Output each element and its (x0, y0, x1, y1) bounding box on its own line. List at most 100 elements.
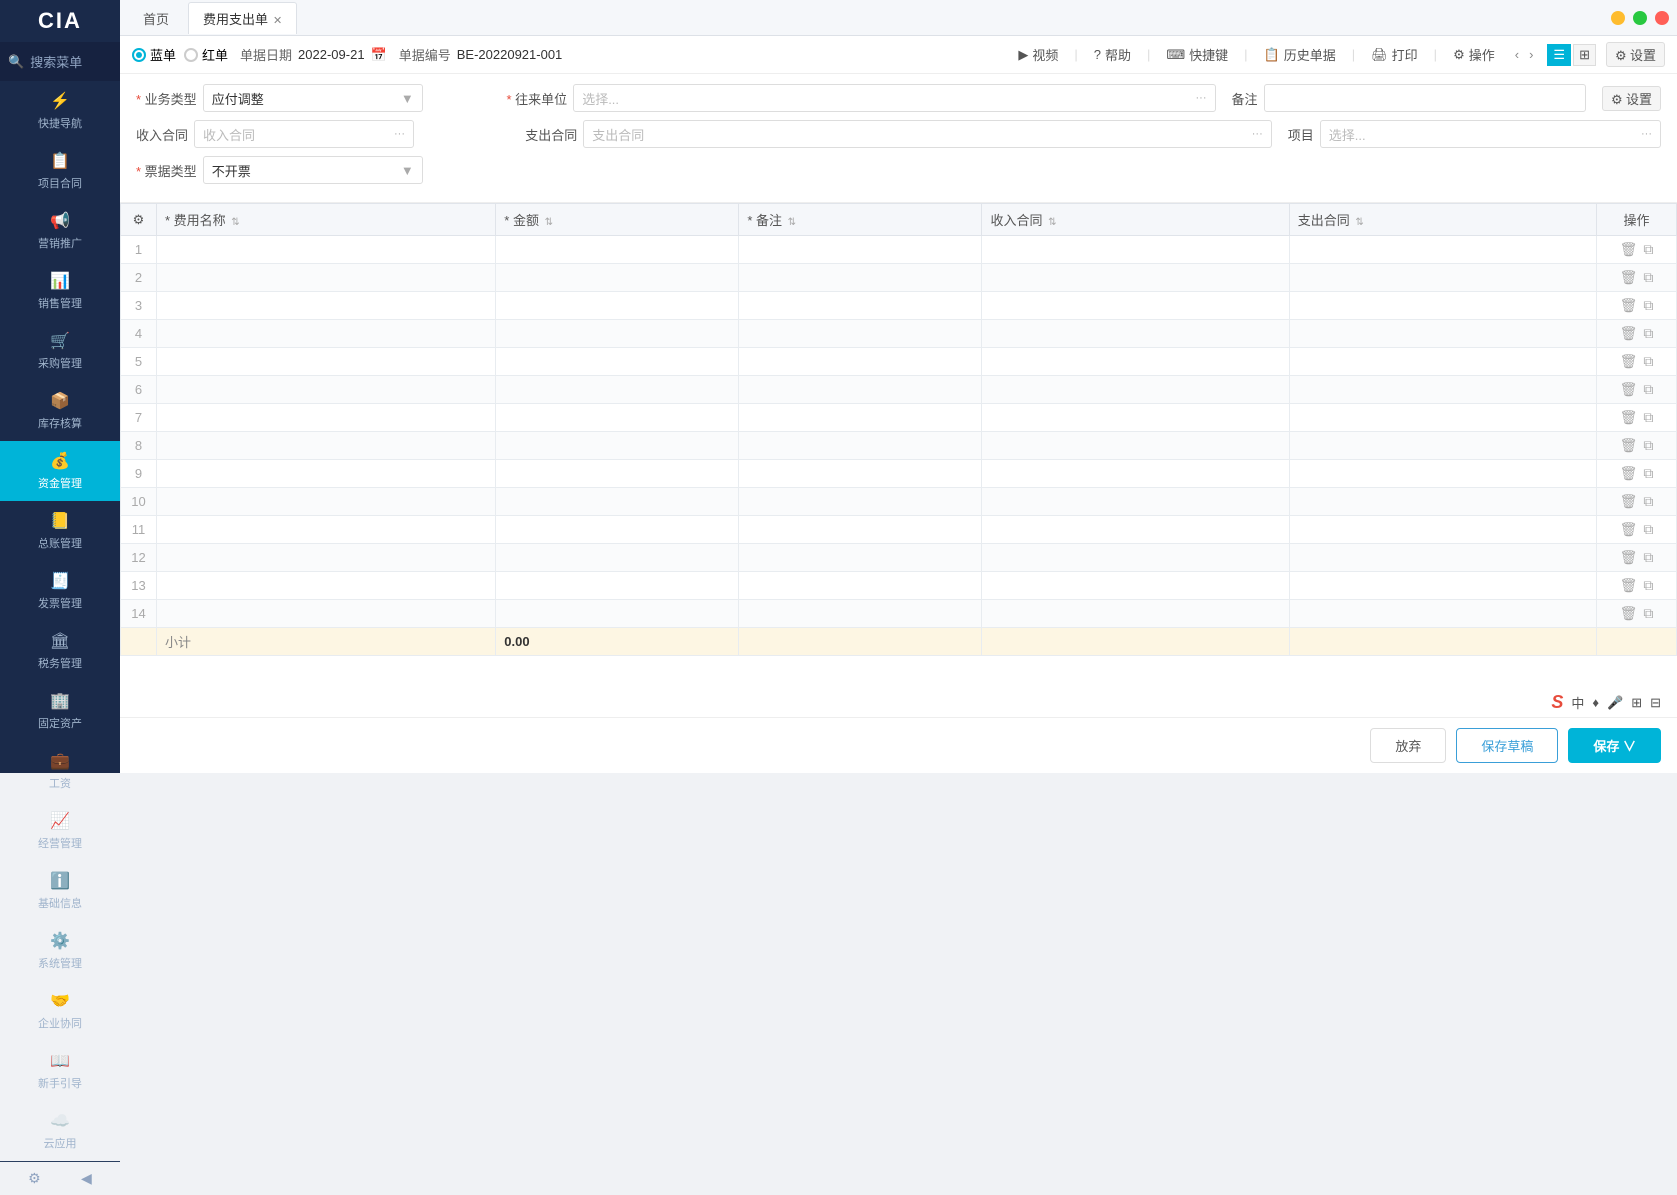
sidebar-item-cloud-apps[interactable]: ☁️ 云应用 (0, 1101, 120, 1161)
sidebar-item-new-guide[interactable]: 📖 新手引导 (0, 1041, 120, 1101)
row-10-delete-icon[interactable]: 🗑 (1620, 493, 1638, 510)
row-3-income-contract[interactable] (982, 292, 1289, 320)
save-button[interactable]: 保存 ∨ (1568, 728, 1661, 763)
row-1-copy-icon[interactable]: ⧉ (1643, 241, 1653, 258)
row-10-amount[interactable] (496, 488, 739, 516)
row-11-remark[interactable] (739, 516, 982, 544)
remark-input[interactable] (1264, 84, 1586, 112)
row-8-delete-icon[interactable]: 🗑 (1620, 437, 1638, 454)
row-3-delete-icon[interactable]: 🗑 (1620, 297, 1638, 314)
row-2-amount[interactable] (496, 264, 739, 292)
row-7-name[interactable] (157, 404, 496, 432)
row-2-delete-icon[interactable]: 🗑 (1620, 269, 1638, 286)
biz-type-input[interactable]: 应付调整 ▼ (203, 84, 423, 112)
project-input[interactable]: 选择... ··· (1320, 120, 1661, 148)
row-10-income-contract[interactable] (982, 488, 1289, 516)
row-12-amount[interactable] (496, 544, 739, 572)
row-8-income-contract[interactable] (982, 432, 1289, 460)
partner-input[interactable]: 选择... ··· (573, 84, 1215, 112)
sort-income-icon[interactable]: ⇅ (1048, 217, 1056, 228)
row-4-copy-icon[interactable]: ⧉ (1643, 325, 1653, 342)
row-9-amount[interactable] (496, 460, 739, 488)
row-4-remark[interactable] (739, 320, 982, 348)
row-11-amount[interactable] (496, 516, 739, 544)
sidebar-search[interactable]: 🔍 搜索菜单 (0, 42, 120, 81)
row-4-amount[interactable] (496, 320, 739, 348)
row-9-delete-icon[interactable]: 🗑 (1620, 465, 1638, 482)
discard-button[interactable]: 放弃 (1370, 728, 1446, 763)
sidebar-item-tax-mgmt[interactable]: 🏛 税务管理 (0, 621, 120, 681)
radio-red[interactable]: 红单 (184, 45, 228, 64)
volume-bottom-icon[interactable]: ◀ (81, 1170, 92, 1187)
row-6-name[interactable] (157, 376, 496, 404)
row-10-expense-contract[interactable] (1289, 488, 1596, 516)
row-9-expense-contract[interactable] (1289, 460, 1596, 488)
row-11-income-contract[interactable] (982, 516, 1289, 544)
row-3-copy-icon[interactable]: ⧉ (1643, 297, 1653, 314)
logo-icon-3[interactable]: 🎤 (1607, 695, 1623, 711)
row-6-income-contract[interactable] (982, 376, 1289, 404)
row-3-name[interactable] (157, 292, 496, 320)
row-10-name[interactable] (157, 488, 496, 516)
sidebar-item-purchase-mgmt[interactable]: 🛒 采购管理 (0, 321, 120, 381)
next-btn[interactable]: › (1525, 45, 1537, 64)
sidebar-item-ops-mgmt[interactable]: 📈 经营管理 (0, 801, 120, 861)
row-6-expense-contract[interactable] (1289, 376, 1596, 404)
radio-blue[interactable]: 蓝单 (132, 45, 176, 64)
list-view-btn[interactable]: ☰ (1547, 44, 1571, 66)
logo-icon-2[interactable]: ♦ (1592, 695, 1599, 710)
row-8-copy-icon[interactable]: ⧉ (1643, 437, 1653, 454)
logo-icon-1[interactable]: 中 (1571, 693, 1584, 712)
tab-expense[interactable]: 费用支出单✕ (188, 2, 297, 34)
row-14-delete-icon[interactable]: 🗑 (1620, 605, 1638, 622)
row-1-expense-contract[interactable] (1289, 236, 1596, 264)
sort-name-icon[interactable]: ⇅ (231, 217, 239, 228)
sidebar-item-corp-collab[interactable]: 🤝 企业协同 (0, 981, 120, 1041)
row-4-name[interactable] (157, 320, 496, 348)
row-4-expense-contract[interactable] (1289, 320, 1596, 348)
sort-amount-icon[interactable]: ⇅ (545, 217, 553, 228)
row-8-amount[interactable] (496, 432, 739, 460)
row-13-name[interactable] (157, 572, 496, 600)
row-1-remark[interactable] (739, 236, 982, 264)
row-2-remark[interactable] (739, 264, 982, 292)
row-2-copy-icon[interactable]: ⧉ (1643, 269, 1653, 286)
shortcuts-btn[interactable]: ⌨ 快捷键 (1160, 43, 1234, 66)
row-13-delete-icon[interactable]: 🗑 (1620, 577, 1638, 594)
sidebar-item-project-contract[interactable]: 📋 项目合同 (0, 141, 120, 201)
row-2-income-contract[interactable] (982, 264, 1289, 292)
sidebar-item-sys-mgmt[interactable]: ⚙️ 系统管理 (0, 921, 120, 981)
row-7-delete-icon[interactable]: 🗑 (1620, 409, 1638, 426)
row-5-expense-contract[interactable] (1289, 348, 1596, 376)
tab-expense-close[interactable]: ✕ (273, 15, 282, 27)
calendar-icon[interactable]: 📅 (371, 47, 387, 63)
row-7-income-contract[interactable] (982, 404, 1289, 432)
settings-bottom-icon[interactable]: ⚙ (28, 1170, 41, 1187)
row-9-remark[interactable] (739, 460, 982, 488)
row-4-income-contract[interactable] (982, 320, 1289, 348)
row-11-copy-icon[interactable]: ⧉ (1643, 521, 1653, 538)
row-13-remark[interactable] (739, 572, 982, 600)
row-14-remark[interactable] (739, 600, 982, 628)
sidebar-item-fixed-assets[interactable]: 🏢 固定资产 (0, 681, 120, 741)
row-14-copy-icon[interactable]: ⧉ (1643, 605, 1653, 622)
row-13-copy-icon[interactable]: ⧉ (1643, 577, 1653, 594)
form-settings-btn[interactable]: ⚙ 设置 (1602, 86, 1661, 111)
sidebar-item-marketing[interactable]: 📢 营销推广 (0, 201, 120, 261)
row-3-remark[interactable] (739, 292, 982, 320)
row-1-amount[interactable] (496, 236, 739, 264)
sort-expense-icon[interactable]: ⇅ (1355, 217, 1363, 228)
row-13-expense-contract[interactable] (1289, 572, 1596, 600)
close-btn[interactable] (1655, 11, 1669, 25)
row-1-name[interactable] (157, 236, 496, 264)
row-11-delete-icon[interactable]: 🗑 (1620, 521, 1638, 538)
row-2-expense-contract[interactable] (1289, 264, 1596, 292)
row-7-expense-contract[interactable] (1289, 404, 1596, 432)
help-btn[interactable]: ? 帮助 (1088, 43, 1137, 66)
row-8-expense-contract[interactable] (1289, 432, 1596, 460)
row-11-expense-contract[interactable] (1289, 516, 1596, 544)
row-4-delete-icon[interactable]: 🗑 (1620, 325, 1638, 342)
row-2-name[interactable] (157, 264, 496, 292)
row-10-copy-icon[interactable]: ⧉ (1643, 493, 1653, 510)
row-3-amount[interactable] (496, 292, 739, 320)
